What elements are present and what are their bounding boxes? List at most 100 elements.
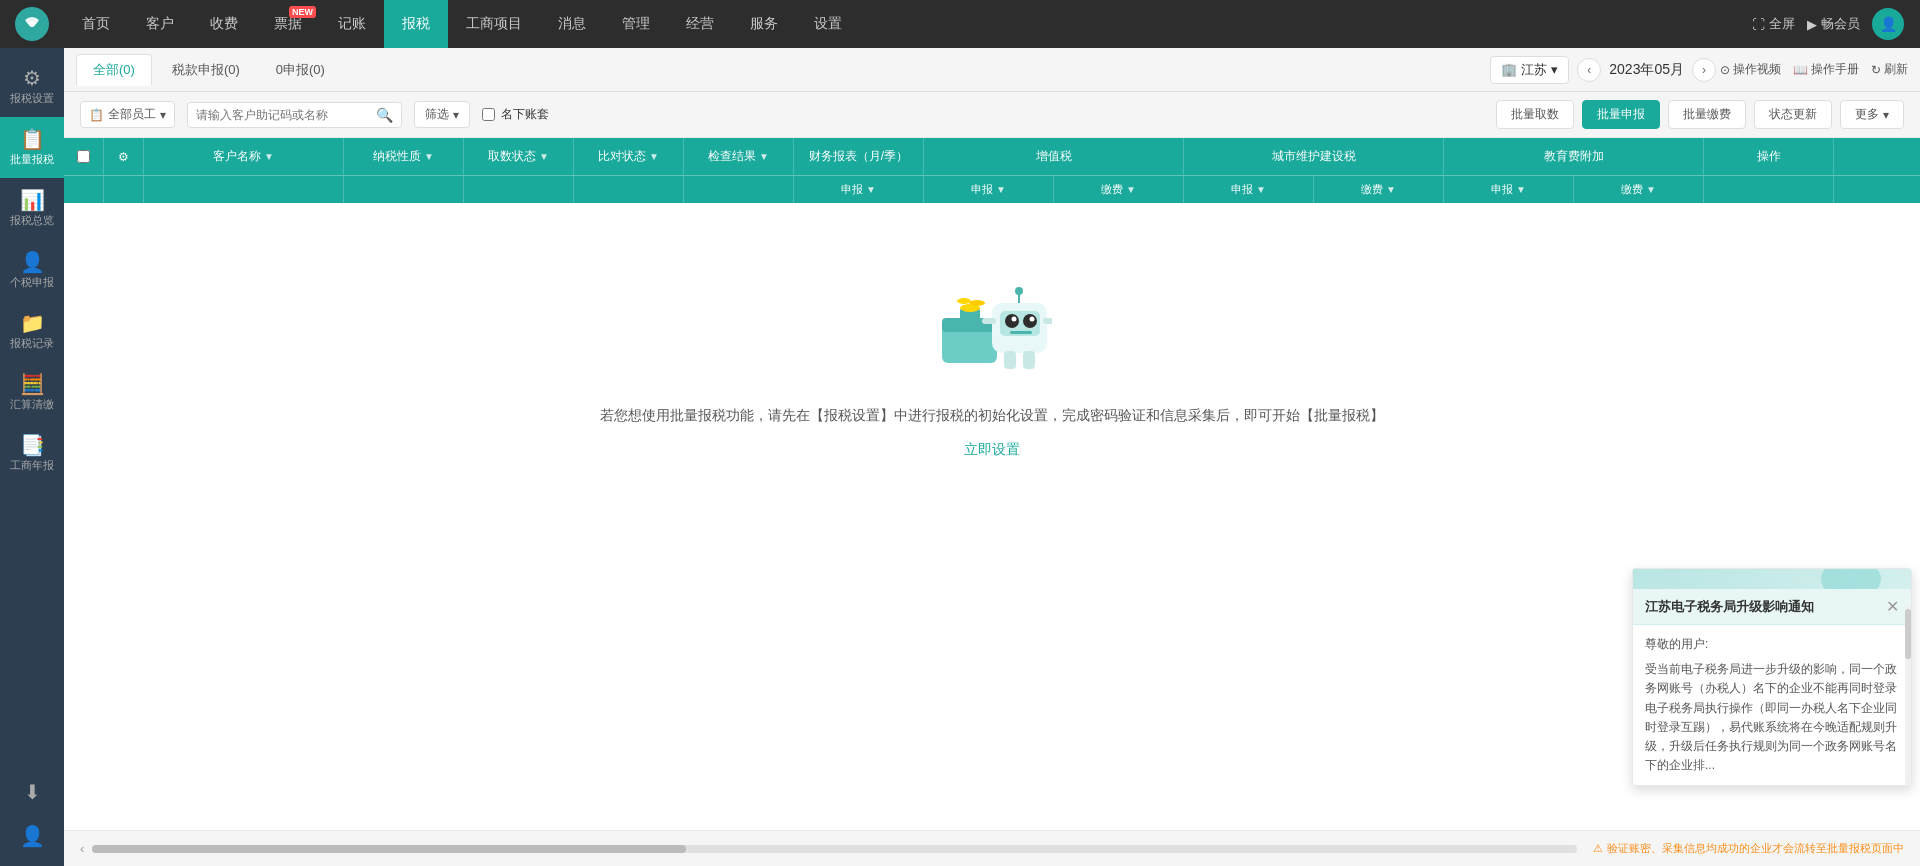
profile-icon: 👤 xyxy=(20,826,45,846)
member-btn[interactable]: ▶ 畅会员 xyxy=(1807,15,1860,33)
nav-message[interactable]: 消息 xyxy=(540,0,604,48)
region-selector[interactable]: 🏢 江苏 ▾ xyxy=(1490,56,1569,84)
filter-icon: ▼ xyxy=(1516,184,1526,195)
setup-link[interactable]: 立即设置 xyxy=(964,441,1020,459)
notification-popup: 江苏电子税务局升级影响通知 ✕ 尊敬的用户: 受当前电子税务局进一步升级的影响，… xyxy=(1632,568,1912,786)
th-compare-status[interactable]: 比对状态 ▼ xyxy=(574,138,684,175)
sidebar-item-batch-tax[interactable]: 📋 批量报税 xyxy=(0,117,64,178)
empty-state: 若您想使用批量报税功能，请先在【报税设置】中进行报税的初始化设置，完成密码验证和… xyxy=(64,203,1920,519)
sidebar: ⚙ 报税设置 📋 批量报税 📊 报税总览 👤 个税申报 📁 报税记录 🧮 汇算清… xyxy=(0,48,64,866)
nav-home[interactable]: 首页 xyxy=(64,0,128,48)
batch-declare-btn[interactable]: 批量申报 xyxy=(1582,100,1660,129)
batch-fetch-btn[interactable]: 批量取数 xyxy=(1496,100,1574,129)
nav-items: 首页 客户 收费 票据 NEW 记账 报税 工商项目 消息 管理 经营 服务 设… xyxy=(64,0,1752,48)
th-fetch-status[interactable]: 取数状态 ▼ xyxy=(464,138,574,175)
tab-zero-declaration[interactable]: 0申报(0) xyxy=(260,55,341,85)
nav-operation[interactable]: 经营 xyxy=(668,0,732,48)
new-badge: NEW xyxy=(289,6,316,18)
filter-icon: ▼ xyxy=(1386,184,1396,195)
th-urban-declare[interactable]: 申报 ▼ xyxy=(1184,176,1314,203)
th-vat-pay[interactable]: 缴费 ▼ xyxy=(1054,176,1184,203)
nav-settings[interactable]: 设置 xyxy=(796,0,860,48)
chevron-down-icon: ▾ xyxy=(1551,62,1558,77)
filter-arrow-icon: ▼ xyxy=(649,151,659,162)
th-education-declare[interactable]: 申报 ▼ xyxy=(1444,176,1574,203)
th-urban-pay[interactable]: 缴费 ▼ xyxy=(1314,176,1444,203)
bottom-bar: ‹ ⚠ 验证账密、采集信息均成功的企业才会流转至批量报税页面中 xyxy=(64,830,1920,866)
tab-tax-declaration[interactable]: 税款申报(0) xyxy=(156,55,256,85)
operation-video-btn[interactable]: ⊙ 操作视频 xyxy=(1720,61,1781,78)
tab-bar: 全部(0) 税款申报(0) 0申报(0) 🏢 江苏 ▾ ‹ 2023年05月 › xyxy=(64,48,1920,92)
nav-service[interactable]: 服务 xyxy=(732,0,796,48)
table-header-groups: ⚙ 客户名称 ▼ 纳税性质 ▼ 取数状态 ▼ xyxy=(64,138,1920,176)
search-icon[interactable]: 🔍 xyxy=(376,107,393,123)
svg-point-1 xyxy=(29,21,35,27)
sidebar-item-annual-settlement[interactable]: 🧮 汇算清缴 xyxy=(0,362,64,423)
th-checkbox xyxy=(64,138,104,175)
horizontal-scrollbar[interactable] xyxy=(92,845,1577,853)
filter-chevron-icon: ▾ xyxy=(453,108,459,122)
fullscreen-btn[interactable]: ⛶ 全屏 xyxy=(1752,15,1795,33)
filter-icon: ▼ xyxy=(1256,184,1266,195)
right-actions: ⊙ 操作视频 📖 操作手册 ↻ 刷新 xyxy=(1720,61,1908,78)
logo[interactable] xyxy=(8,0,56,48)
employee-select[interactable]: 📋 全部员工 ▾ xyxy=(80,101,175,128)
notification-title: 江苏电子税务局升级影响通知 xyxy=(1645,598,1814,616)
employee-icon: 📋 xyxy=(89,108,104,122)
notif-scrollbar[interactable] xyxy=(1905,605,1911,785)
nav-business[interactable]: 工商项目 xyxy=(448,0,540,48)
th-operations: 操作 xyxy=(1704,138,1834,175)
th-fin-report-declare[interactable]: 申报 ▼ xyxy=(794,176,924,203)
date-prev-btn[interactable]: ‹ xyxy=(1577,58,1601,82)
refresh-btn[interactable]: ↻ 刷新 xyxy=(1871,61,1908,78)
nav-management[interactable]: 管理 xyxy=(604,0,668,48)
manual-icon: 📖 xyxy=(1793,63,1808,77)
filter-icon: ▼ xyxy=(866,184,876,195)
download-icon: ⬇ xyxy=(24,782,41,802)
th-tax-nature[interactable]: 纳税性质 ▼ xyxy=(344,138,464,175)
th-check-result[interactable]: 检查结果 ▼ xyxy=(684,138,794,175)
notification-text: 受当前电子税务局进一步升级的影响，同一个政务网账号（办税人）名下的企业不能再同时… xyxy=(1645,660,1899,775)
more-arrow-icon: ▾ xyxy=(1883,108,1889,122)
th-education-pay[interactable]: 缴费 ▼ xyxy=(1574,176,1704,203)
svg-rect-19 xyxy=(1004,351,1016,369)
sidebar-item-personal-tax[interactable]: 👤 个税申报 xyxy=(0,240,64,301)
th-vat-declare[interactable]: 申报 ▼ xyxy=(924,176,1054,203)
more-btn[interactable]: 更多 ▾ xyxy=(1840,100,1904,129)
status-update-btn[interactable]: 状态更新 xyxy=(1754,100,1832,129)
filter-arrow-icon: ▼ xyxy=(424,151,434,162)
select-all-checkbox[interactable] xyxy=(77,150,90,163)
sidebar-item-tax-settings[interactable]: ⚙ 报税设置 xyxy=(0,56,64,117)
checkbox-label[interactable]: 名下账套 xyxy=(482,106,549,123)
video-icon: ⊙ xyxy=(1720,63,1730,77)
nav-billing[interactable]: 收费 xyxy=(192,0,256,48)
sidebar-item-download[interactable]: ⬇ xyxy=(0,770,64,814)
notification-close-btn[interactable]: ✕ xyxy=(1886,597,1899,616)
tax-records-icon: 📁 xyxy=(20,313,45,333)
personal-tax-icon: 👤 xyxy=(20,252,45,272)
nav-tax[interactable]: 报税 xyxy=(384,0,448,48)
filter-arrow-icon: ▼ xyxy=(539,151,549,162)
operation-manual-btn[interactable]: 📖 操作手册 xyxy=(1793,61,1859,78)
sidebar-item-tax-records[interactable]: 📁 报税记录 xyxy=(0,301,64,362)
robot-illustration xyxy=(932,263,1052,383)
nav-customer[interactable]: 客户 xyxy=(128,0,192,48)
sidebar-item-profile[interactable]: 👤 xyxy=(0,814,64,858)
sidebar-item-annual-report[interactable]: 📑 工商年报 xyxy=(0,423,64,484)
date-next-btn[interactable]: › xyxy=(1692,58,1716,82)
nav-invoice[interactable]: 票据 NEW xyxy=(256,0,320,48)
th-customer-name[interactable]: 客户名称 ▼ xyxy=(144,138,344,175)
filter-btn[interactable]: 筛选 ▾ xyxy=(414,101,470,128)
tab-all[interactable]: 全部(0) xyxy=(76,54,152,86)
user-avatar[interactable]: 👤 xyxy=(1872,8,1904,40)
batch-pay-btn[interactable]: 批量缴费 xyxy=(1668,100,1746,129)
batch-tax-icon: 📋 xyxy=(20,129,45,149)
scroll-left-btn[interactable]: ‹ xyxy=(80,841,84,856)
search-input[interactable] xyxy=(196,108,376,122)
nav-bookkeeping[interactable]: 记账 xyxy=(320,0,384,48)
warning-icon: ⚠ xyxy=(1593,842,1603,855)
sidebar-item-tax-overview[interactable]: 📊 报税总览 xyxy=(0,178,64,239)
account-checkbox[interactable] xyxy=(482,108,495,121)
th-vat-group: 增值税 xyxy=(924,138,1184,175)
svg-rect-17 xyxy=(982,318,996,324)
